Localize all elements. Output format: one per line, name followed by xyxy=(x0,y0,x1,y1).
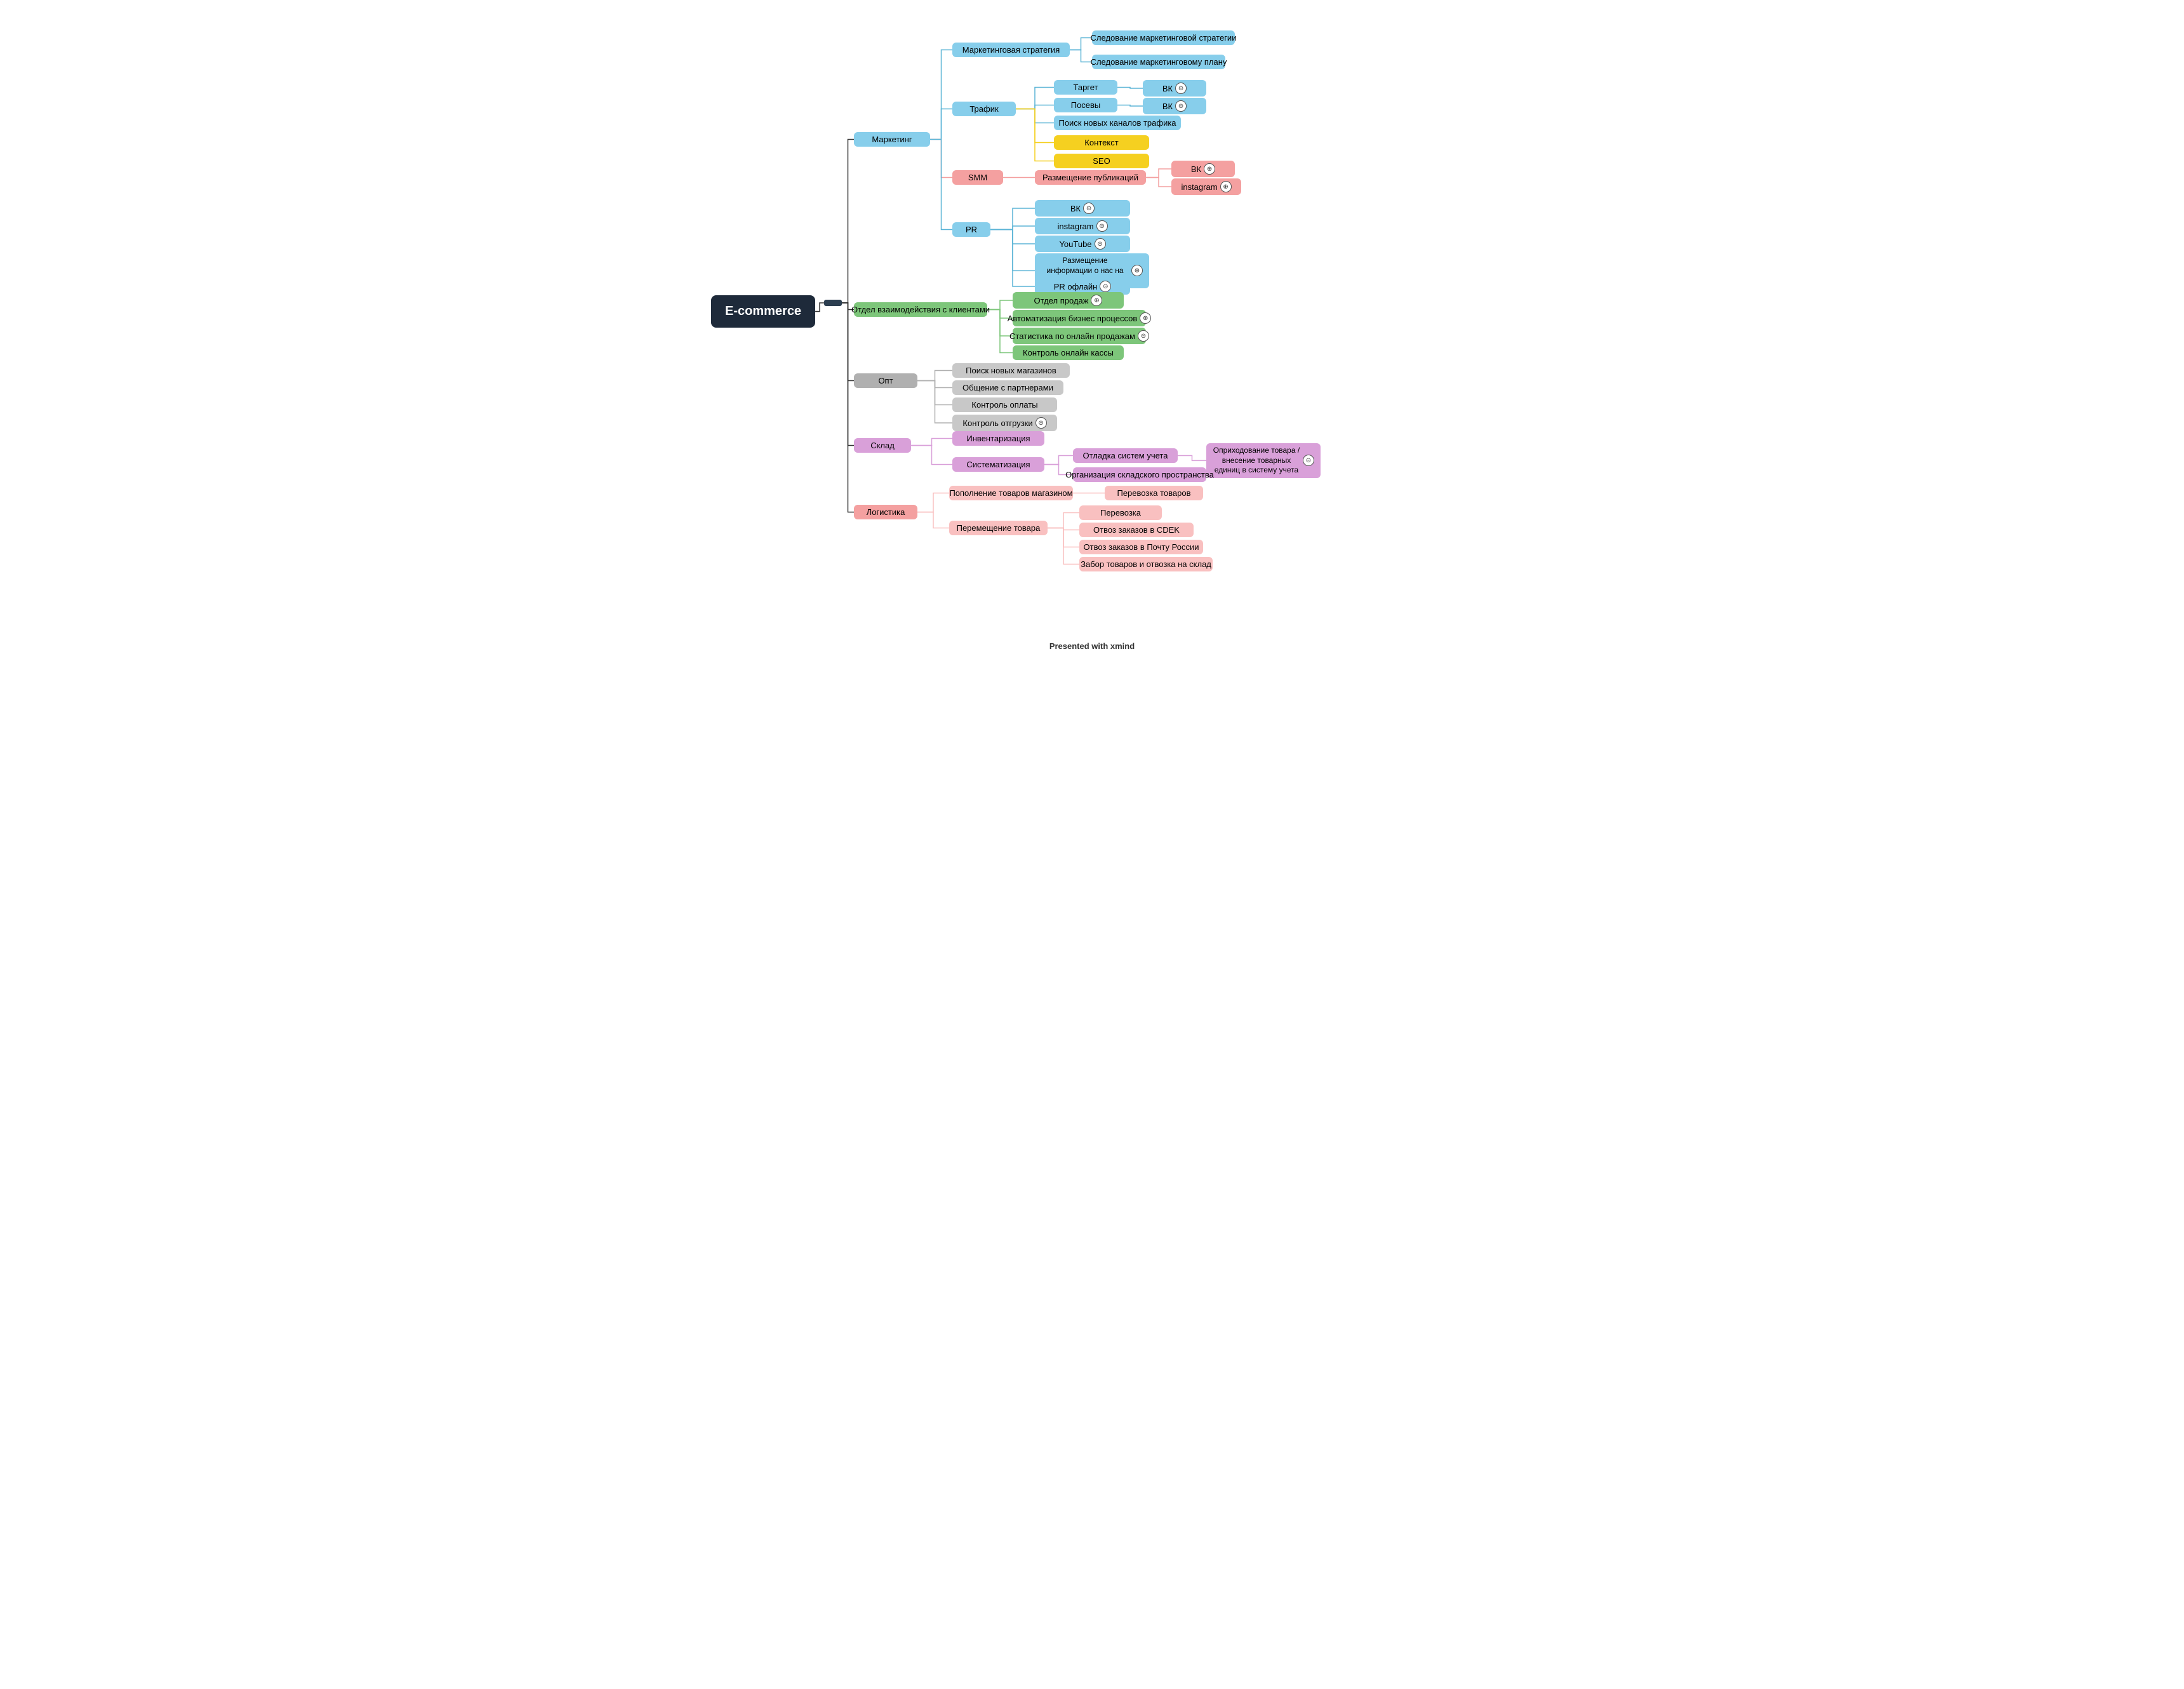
badge-ship: ⊝ xyxy=(1035,417,1047,429)
cdek-node: Отвоз заказов в CDEK xyxy=(1079,523,1194,537)
partner-comm-node: Общение с партнерами xyxy=(952,380,1063,395)
move-goods-node: Перемещение товара xyxy=(949,521,1048,535)
vk-target-label: ВК xyxy=(1162,84,1173,93)
sales-label: Отдел продаж xyxy=(1034,296,1089,305)
badge-sales: ⊕ xyxy=(1091,295,1102,306)
pr-offline-label: PR офлайн xyxy=(1054,282,1098,291)
logistics-node: Логистика xyxy=(854,505,917,519)
vk-posev-node: ВК ⊝ xyxy=(1143,98,1206,114)
client-dept-node: Отдел взаимодействия с клиентами xyxy=(854,302,987,317)
pochta-node: Отвоз заказов в Почту России xyxy=(1079,540,1203,554)
vk-smm-node: ВК ⊕ xyxy=(1171,161,1235,177)
shipment-ctrl-node: Контроль отгрузки ⊝ xyxy=(952,415,1057,431)
badge-pr-offline: ⊝ xyxy=(1100,281,1111,292)
footer-text: Presented with xyxy=(1049,641,1110,651)
badge-vk-pr: ⊝ xyxy=(1083,203,1095,214)
badge-ig-pr: ⊝ xyxy=(1096,220,1108,232)
instagram-smm-label: instagram xyxy=(1181,182,1217,192)
transport-node: Перевозка xyxy=(1079,505,1162,520)
connector xyxy=(824,300,842,306)
auto-biz-label: Автоматизация бизнес процессов xyxy=(1008,314,1137,323)
warehouse-space-node: Организация складского пространства xyxy=(1073,467,1206,482)
posev-node: Посевы xyxy=(1054,98,1117,112)
footer-brand: xmind xyxy=(1110,641,1135,651)
youtube-label: YouTube xyxy=(1059,239,1091,249)
youtube-node: YouTube ⊝ xyxy=(1035,236,1130,252)
arrivals-node: Оприходование товара / внесение товарных… xyxy=(1206,443,1321,478)
pr-node: PR xyxy=(952,222,990,237)
transport-goods-node: Перевозка товаров xyxy=(1105,486,1203,500)
footer: Presented with xmind xyxy=(1049,641,1135,651)
opt-node: Опт xyxy=(854,373,917,388)
payment-ctrl-node: Контроль оплаты xyxy=(952,397,1057,412)
stats-online-node: Статистика по онлайн продажам ⊝ xyxy=(1013,328,1146,344)
shipment-label: Контроль отгрузки xyxy=(962,418,1032,428)
vk-posev-label: ВК xyxy=(1162,102,1173,111)
badge-auto: ⊕ xyxy=(1140,312,1151,324)
warehouse-node: Склад xyxy=(854,438,911,453)
systematization-node: Систематизация xyxy=(952,457,1044,472)
kassa-node: Контроль онлайн кассы xyxy=(1013,345,1124,360)
publications-node: Размещение публикаций xyxy=(1035,170,1146,185)
instagram-pr-node: instagram ⊝ xyxy=(1035,218,1130,234)
vk-target-node: ВК ⊝ xyxy=(1143,80,1206,97)
badge-vk-target: ⊝ xyxy=(1175,83,1187,94)
accounting-node: Отладка систем учета xyxy=(1073,448,1178,463)
smm-node: SMM xyxy=(952,170,1003,185)
pickup-node: Забор товаров и отвозка на склад xyxy=(1079,557,1213,571)
badge-stats: ⊝ xyxy=(1138,330,1149,342)
vk-smm-label: ВК xyxy=(1191,164,1201,174)
badge-ig-smm: ⊕ xyxy=(1220,181,1232,192)
target-node: Таргет xyxy=(1054,80,1117,95)
instagram-pr-label: instagram xyxy=(1057,222,1093,231)
context-node: Контекст xyxy=(1054,135,1149,150)
stats-label: Статистика по онлайн продажам xyxy=(1009,331,1135,341)
marketing-node: Маркетинг xyxy=(854,132,930,147)
ms2-node: Следование маркетинговому плану xyxy=(1092,55,1225,69)
badge-vk-posev: ⊝ xyxy=(1175,100,1187,112)
badge-arrivals: ⊝ xyxy=(1303,455,1314,466)
inventory-node: Инвентаризация xyxy=(952,431,1044,446)
search-stores-node: Поиск новых магазинов xyxy=(952,363,1070,378)
vk-pr-label: ВК xyxy=(1070,204,1081,213)
replenish-node: Пополнение товаров магазином xyxy=(949,486,1073,500)
badge-vk-smm: ⊕ xyxy=(1204,163,1215,175)
auto-biz-node: Автоматизация бизнес процессов ⊕ xyxy=(1013,310,1146,326)
mindmap: E-commerce Маркетинг Отдел взаимодействи… xyxy=(698,13,1486,622)
instagram-smm-node: instagram ⊕ xyxy=(1171,178,1241,195)
seo-node: SEO xyxy=(1054,154,1149,168)
badge-yt: ⊝ xyxy=(1095,238,1106,250)
badge-pr-info: ⊕ xyxy=(1131,265,1143,276)
arrivals-label: Оприходование товара / внесение товарных… xyxy=(1213,446,1300,476)
search-new-node: Поиск новых каналов трафика xyxy=(1054,116,1181,130)
root-node: E-commerce xyxy=(711,295,815,328)
ms1-node: Следование маркетинговой стратегии xyxy=(1092,30,1235,45)
sales-dept-node: Отдел продаж ⊕ xyxy=(1013,292,1124,309)
vk-pr-node: ВК ⊝ xyxy=(1035,200,1130,217)
marketing-strategy-node: Маркетинговая стратегия xyxy=(952,43,1070,57)
traffic-node: Трафик xyxy=(952,102,1016,116)
